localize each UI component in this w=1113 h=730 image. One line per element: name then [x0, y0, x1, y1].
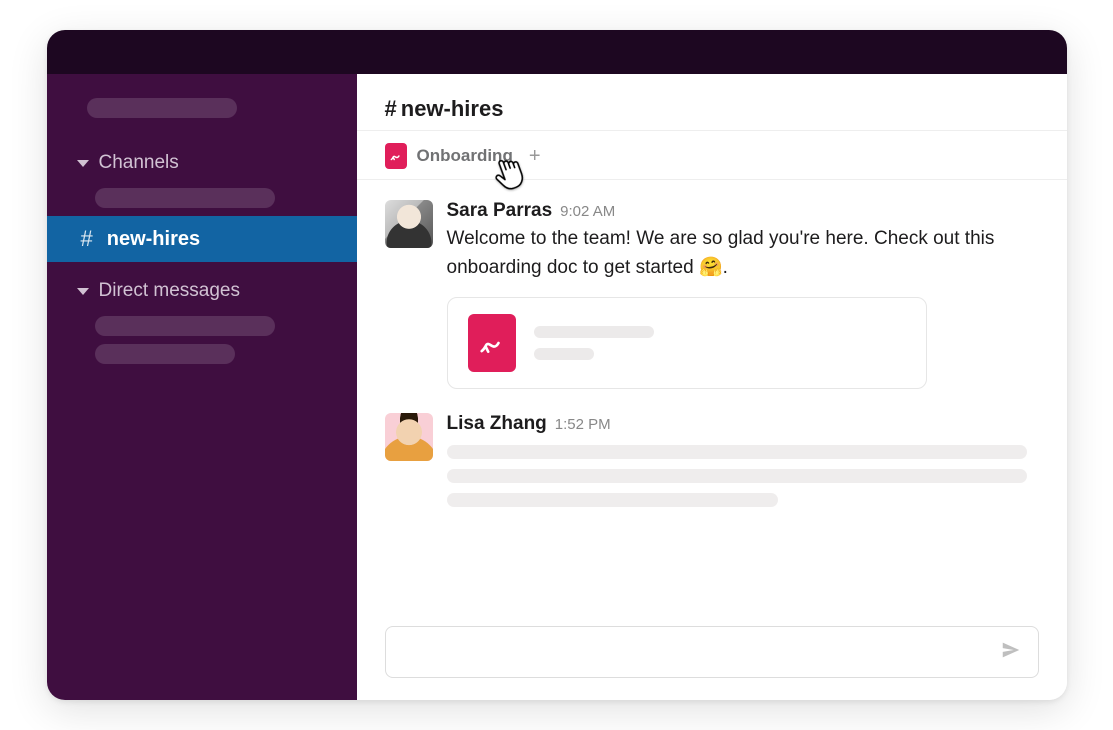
message-text-placeholder [447, 469, 1027, 483]
pin-item-onboarding[interactable]: Onboarding [417, 146, 513, 166]
attachment-meta [534, 326, 654, 360]
sidebar-item-new-hires[interactable]: # new-hires [47, 216, 357, 262]
channel-name: new-hires [401, 96, 504, 121]
message: Sara Parras 9:02 AM Welcome to the team!… [385, 200, 1039, 389]
sidebar-section-channels[interactable]: Channels [47, 146, 357, 180]
message-text: Welcome to the team! We are so glad you'… [447, 224, 1039, 283]
message-time: 1:52 PM [555, 416, 611, 433]
message-author[interactable]: Lisa Zhang [447, 413, 547, 435]
workspace-name-placeholder[interactable] [87, 98, 237, 118]
sidebar-section-dms[interactable]: Direct messages [47, 274, 357, 308]
message-body: Sara Parras 9:02 AM Welcome to the team!… [447, 200, 1039, 389]
caret-down-icon [77, 160, 89, 167]
message-text-placeholder [447, 493, 779, 507]
send-icon[interactable] [1000, 639, 1022, 666]
sidebar-dm-placeholder[interactable] [95, 344, 235, 364]
sidebar-section-label: Channels [99, 152, 179, 174]
caret-down-icon [77, 288, 89, 295]
add-pin-button[interactable]: + [529, 145, 541, 168]
app-window: Channels # new-hires Direct messages #ne… [47, 30, 1067, 700]
channel-pins-bar: Onboarding + [357, 131, 1067, 180]
hash-icon: # [385, 96, 397, 121]
titlebar [47, 30, 1067, 74]
message-body: Lisa Zhang 1:52 PM [447, 413, 1039, 507]
sidebar-channel-placeholder[interactable] [95, 188, 275, 208]
message-text-placeholder [447, 445, 1027, 459]
sidebar-dm-placeholder[interactable] [95, 316, 275, 336]
sidebar: Channels # new-hires Direct messages [47, 74, 357, 700]
hash-icon: # [81, 226, 93, 252]
pdf-icon [385, 143, 407, 169]
sidebar-section-label: Direct messages [99, 280, 241, 302]
pdf-icon [468, 314, 516, 372]
app-body: Channels # new-hires Direct messages #ne… [47, 74, 1067, 700]
avatar[interactable] [385, 200, 433, 248]
attachment-subtitle-placeholder [534, 348, 594, 360]
channel-title[interactable]: #new-hires [385, 96, 1039, 122]
avatar[interactable] [385, 413, 433, 461]
sidebar-item-label: new-hires [107, 228, 200, 251]
message-composer[interactable] [385, 626, 1039, 678]
message-time: 9:02 AM [560, 203, 615, 220]
attachment-pdf[interactable] [447, 297, 927, 389]
channel-header: #new-hires [357, 74, 1067, 131]
message-list: Sara Parras 9:02 AM Welcome to the team!… [357, 180, 1067, 626]
message-author[interactable]: Sara Parras [447, 200, 553, 222]
attachment-title-placeholder [534, 326, 654, 338]
composer-area [357, 626, 1067, 700]
main-pane: #new-hires Onboarding + [357, 74, 1067, 700]
message: Lisa Zhang 1:52 PM [385, 413, 1039, 507]
